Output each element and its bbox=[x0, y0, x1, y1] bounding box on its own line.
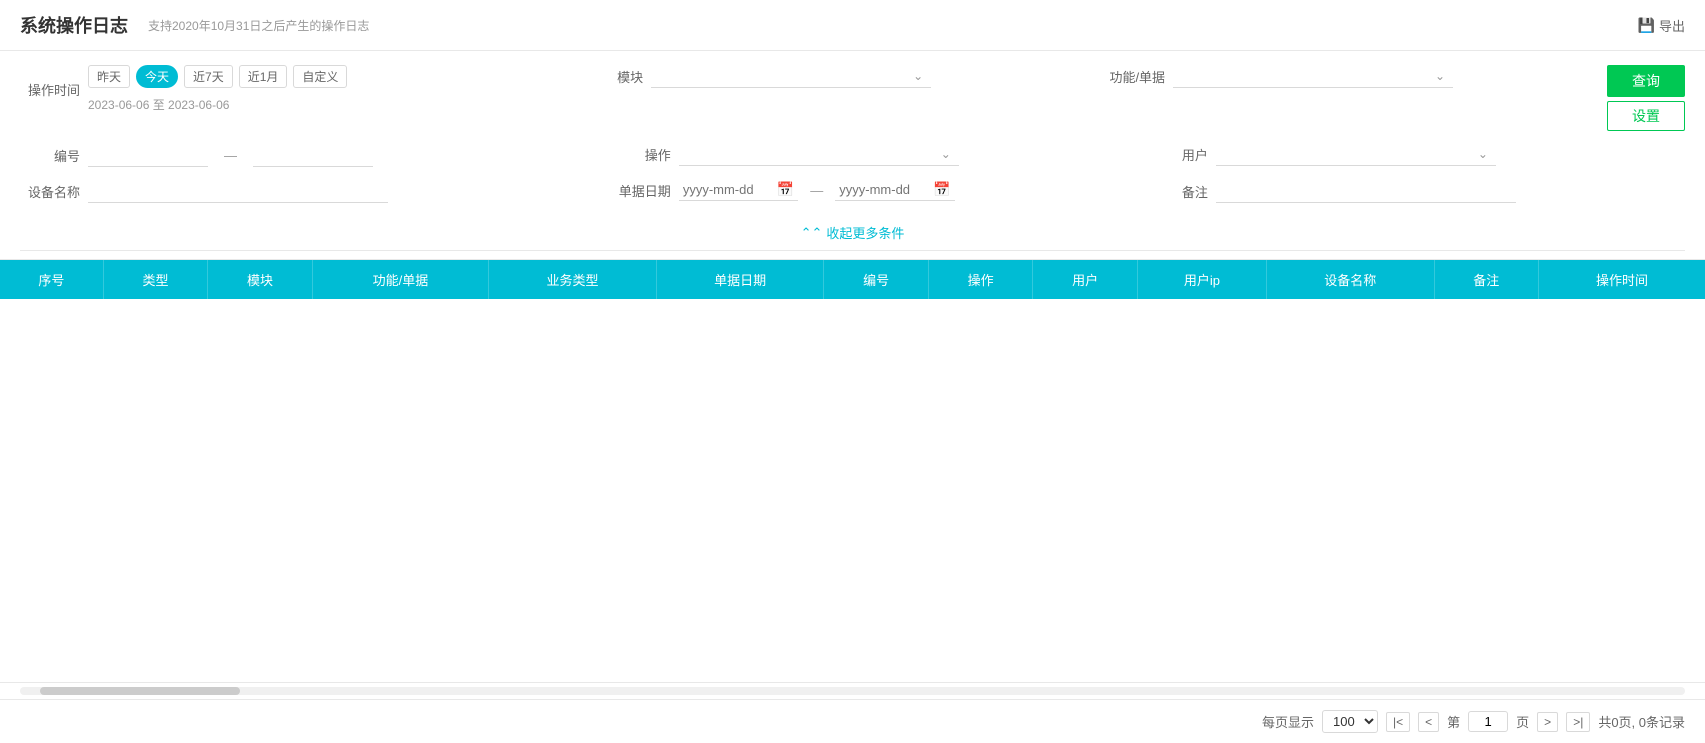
module-label: 模块 bbox=[583, 67, 643, 86]
number-from-input[interactable] bbox=[88, 143, 208, 167]
col-voucher-date: 单据日期 bbox=[656, 260, 824, 299]
page-subtitle: 支持2020年10月31日之后产生的操作日志 bbox=[148, 17, 369, 34]
page-label: 第 bbox=[1447, 712, 1460, 731]
table-header-row: 序号 类型 模块 功能/单据 业务类型 单据日期 编号 操作 用户 用户ip 设… bbox=[0, 260, 1705, 299]
col-seq: 序号 bbox=[0, 260, 103, 299]
time-btn-7days[interactable]: 近7天 bbox=[184, 65, 233, 88]
device-label: 设备名称 bbox=[20, 182, 80, 201]
export-button[interactable]: 💾 导出 bbox=[1638, 16, 1685, 35]
export-label: 导出 bbox=[1659, 16, 1685, 35]
page-number-input[interactable] bbox=[1468, 711, 1508, 732]
module-filter-cell: 模块 ⌄ bbox=[583, 65, 1095, 88]
number-to-input[interactable] bbox=[253, 143, 373, 167]
collapse-label: 收起更多条件 bbox=[826, 223, 904, 242]
filter-row-3: 设备名称 单据日期 📅 — 📅 bbox=[20, 179, 1685, 203]
col-module: 模块 bbox=[208, 260, 312, 299]
col-operation: 操作 bbox=[928, 260, 1032, 299]
time-btn-today[interactable]: 今天 bbox=[136, 65, 178, 88]
calendar-from-icon[interactable]: 📅 bbox=[777, 181, 794, 198]
user-dropdown[interactable]: ⌄ bbox=[1216, 143, 1496, 166]
time-btn-yesterday[interactable]: 昨天 bbox=[88, 65, 130, 88]
device-input[interactable] bbox=[88, 179, 388, 203]
number-range-wrap: — bbox=[88, 143, 373, 167]
page-title: 系统操作日志 bbox=[20, 12, 128, 38]
settings-button[interactable]: 设置 bbox=[1607, 101, 1685, 131]
voucher-date-label: 单据日期 bbox=[611, 181, 671, 200]
pagination-bar: 每页显示 100 50 200 |< < 第 页 > >| 共0页, 0条记录 bbox=[0, 699, 1705, 743]
collapse-bar: ⌃⌃ 收起更多条件 bbox=[20, 215, 1685, 251]
user-chevron-icon: ⌄ bbox=[1478, 147, 1488, 161]
date-to-wrap: 📅 bbox=[835, 179, 954, 201]
operation-dropdown[interactable]: ⌄ bbox=[679, 143, 959, 166]
remark-label: 备注 bbox=[1148, 182, 1208, 201]
empty-cell bbox=[0, 299, 1705, 579]
time-btn-1month[interactable]: 近1月 bbox=[239, 65, 288, 88]
page-header: 系统操作日志 支持2020年10月31日之后产生的操作日志 💾 导出 bbox=[0, 0, 1705, 51]
date-from-input[interactable] bbox=[683, 182, 773, 197]
time-btn-custom[interactable]: 自定义 bbox=[293, 65, 347, 88]
per-page-label: 每页显示 bbox=[1262, 712, 1314, 731]
voucher-date-filter-cell: 单据日期 📅 — 📅 bbox=[611, 179, 1148, 201]
col-device: 设备名称 bbox=[1266, 260, 1434, 299]
scrollbar-area bbox=[0, 682, 1705, 699]
last-page-button[interactable]: >| bbox=[1566, 712, 1590, 732]
remark-input[interactable] bbox=[1216, 179, 1516, 203]
calendar-to-icon[interactable]: 📅 bbox=[933, 181, 950, 198]
query-button[interactable]: 查询 bbox=[1607, 65, 1685, 97]
function-label: 功能/单据 bbox=[1095, 67, 1165, 86]
col-function: 功能/单据 bbox=[312, 260, 488, 299]
date-from-wrap: 📅 bbox=[679, 179, 798, 201]
number-filter-cell: 编号 — bbox=[20, 143, 611, 167]
scrollbar-track bbox=[20, 687, 1685, 695]
operation-label: 操作 bbox=[611, 145, 671, 164]
empty-row bbox=[0, 299, 1705, 579]
filter-section: 操作时间 昨天 今天 近7天 近1月 自定义 2023-06-06 至 2023… bbox=[0, 51, 1705, 260]
next-page-button[interactable]: > bbox=[1537, 712, 1558, 732]
col-biz-type: 业务类型 bbox=[489, 260, 657, 299]
date-dash: — bbox=[810, 183, 823, 198]
function-filter-cell: 功能/单据 ⌄ bbox=[1095, 65, 1607, 88]
scrollbar-thumb[interactable] bbox=[40, 687, 240, 695]
col-type: 类型 bbox=[103, 260, 207, 299]
function-chevron-icon: ⌄ bbox=[1435, 69, 1445, 83]
col-user-ip: 用户ip bbox=[1137, 260, 1266, 299]
col-remark: 备注 bbox=[1434, 260, 1538, 299]
operation-chevron-icon: ⌄ bbox=[941, 147, 951, 161]
operation-filter-cell: 操作 ⌄ bbox=[611, 143, 1148, 166]
page-size-select[interactable]: 100 50 200 bbox=[1322, 710, 1378, 733]
number-label: 编号 bbox=[20, 146, 80, 165]
module-chevron-icon: ⌄ bbox=[913, 69, 923, 83]
time-filter-group: 昨天 今天 近7天 近1月 自定义 bbox=[88, 65, 347, 88]
collapse-button[interactable]: ⌃⌃ 收起更多条件 bbox=[801, 223, 905, 242]
table-body bbox=[0, 299, 1705, 579]
total-info: 共0页, 0条记录 bbox=[1598, 712, 1685, 731]
first-page-button[interactable]: |< bbox=[1386, 712, 1410, 732]
remark-filter-cell: 备注 bbox=[1148, 179, 1685, 203]
filter-row-2: 编号 — 操作 ⌄ 用户 ⌄ bbox=[20, 143, 1685, 167]
collapse-chevron-icon: ⌃⌃ bbox=[801, 225, 823, 241]
time-label: 操作时间 bbox=[20, 80, 80, 99]
col-user: 用户 bbox=[1033, 260, 1137, 299]
time-range: 2023-06-06 至 2023-06-06 bbox=[88, 96, 347, 113]
time-filter-cell: 操作时间 昨天 今天 近7天 近1月 自定义 2023-06-06 至 2023… bbox=[20, 65, 583, 113]
date-to-input[interactable] bbox=[839, 182, 929, 197]
col-op-time: 操作时间 bbox=[1539, 260, 1705, 299]
device-filter-cell: 设备名称 bbox=[20, 179, 611, 203]
prev-page-button[interactable]: < bbox=[1418, 712, 1439, 732]
user-label: 用户 bbox=[1148, 145, 1208, 164]
data-table: 序号 类型 模块 功能/单据 业务类型 单据日期 编号 操作 用户 用户ip 设… bbox=[0, 260, 1705, 579]
page-container: 系统操作日志 支持2020年10月31日之后产生的操作日志 💾 导出 操作时间 … bbox=[0, 0, 1705, 743]
function-dropdown[interactable]: ⌄ bbox=[1173, 65, 1453, 88]
action-buttons: 查询 设置 bbox=[1607, 65, 1685, 131]
user-filter-cell: 用户 ⌄ bbox=[1148, 143, 1685, 166]
number-dash: — bbox=[224, 148, 237, 163]
table-container: 序号 类型 模块 功能/单据 业务类型 单据日期 编号 操作 用户 用户ip 设… bbox=[0, 260, 1705, 682]
table-header: 序号 类型 模块 功能/单据 业务类型 单据日期 编号 操作 用户 用户ip 设… bbox=[0, 260, 1705, 299]
export-icon: 💾 bbox=[1638, 17, 1655, 34]
page-unit: 页 bbox=[1516, 712, 1529, 731]
filter-row-1: 操作时间 昨天 今天 近7天 近1月 自定义 2023-06-06 至 2023… bbox=[20, 65, 1685, 131]
module-dropdown[interactable]: ⌄ bbox=[651, 65, 931, 88]
col-number: 编号 bbox=[824, 260, 928, 299]
